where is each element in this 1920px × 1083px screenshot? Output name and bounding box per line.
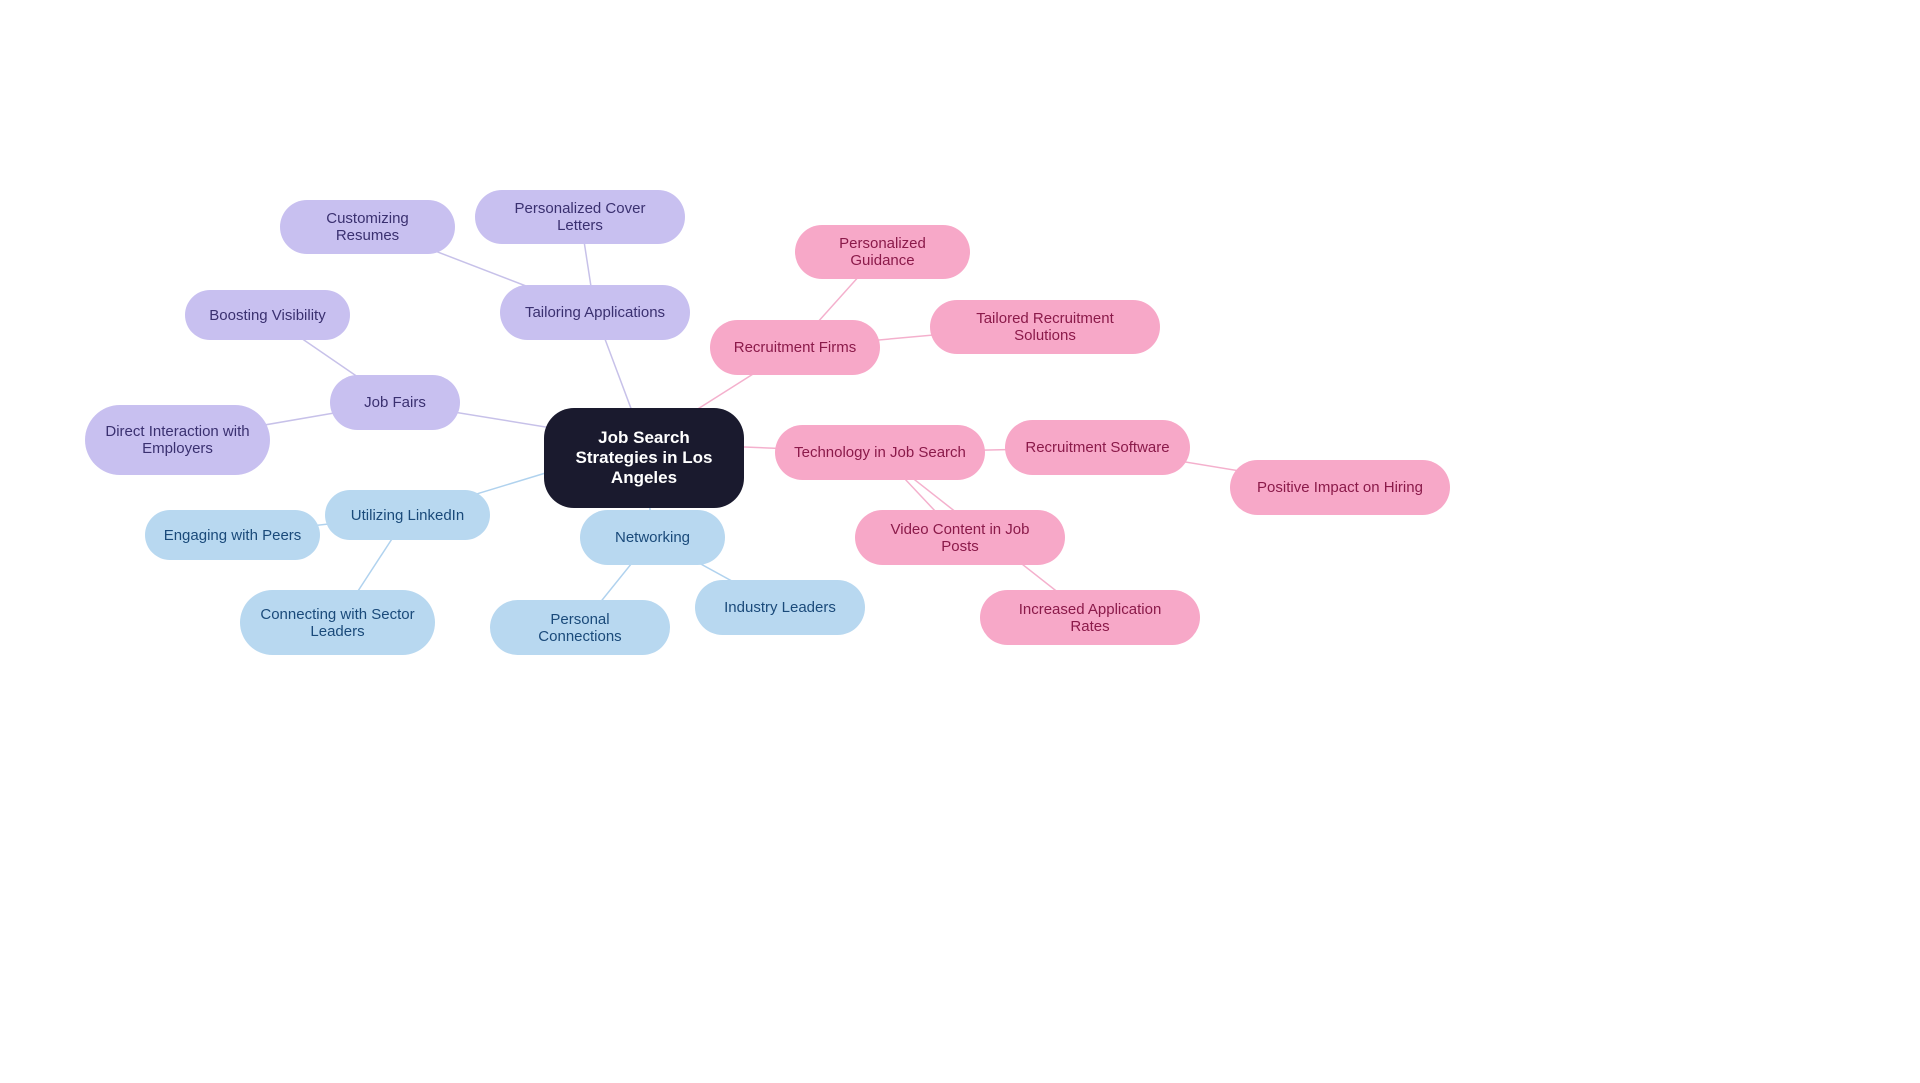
node-cover-letters: Personalized Cover Letters [475,190,685,244]
node-video-content: Video Content in Job Posts [855,510,1065,565]
node-increased-rates: Increased Application Rates [980,590,1200,645]
node-technology: Technology in Job Search [775,425,985,480]
node-networking: Networking [580,510,725,565]
node-recruitment-firms: Recruitment Firms [710,320,880,375]
node-personal-connections: Personal Connections [490,600,670,655]
node-recruitment-software: Recruitment Software [1005,420,1190,475]
node-positive-impact: Positive Impact on Hiring [1230,460,1450,515]
mind-map: Job Search Strategies in Los Angeles Tail… [0,0,1920,1083]
center-node: Job Search Strategies in Los Angeles [544,408,744,508]
node-direct-interaction: Direct Interaction with Employers [85,405,270,475]
node-tailored-recruitment: Tailored Recruitment Solutions [930,300,1160,354]
node-sector-leaders: Connecting with Sector Leaders [240,590,435,655]
node-engaging: Engaging with Peers [145,510,320,560]
node-industry-leaders: Industry Leaders [695,580,865,635]
node-linkedin: Utilizing LinkedIn [325,490,490,540]
node-customizing: Customizing Resumes [280,200,455,254]
node-boosting: Boosting Visibility [185,290,350,340]
node-job-fairs: Job Fairs [330,375,460,430]
node-tailoring: Tailoring Applications [500,285,690,340]
node-personalized-guidance: Personalized Guidance [795,225,970,279]
